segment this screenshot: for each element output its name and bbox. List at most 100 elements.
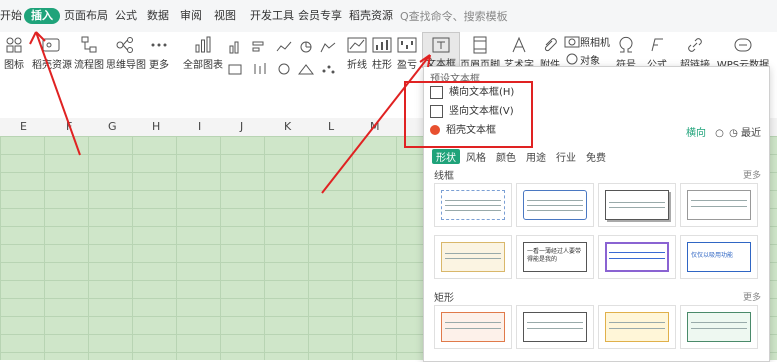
all-charts-button[interactable]: 全部图表 [182,36,224,76]
template-thumbnail[interactable] [516,305,594,349]
sparkline-line-button[interactable]: 折线 [344,36,370,76]
sparkline-winloss-label: 盈亏 [397,60,417,71]
camera-icon [564,34,580,48]
scatter-chart-icon[interactable] [320,62,336,76]
tab-color[interactable]: 颜色 [496,149,516,164]
menu-bar: 开始 插入 页面布局 公式 数据 审阅 视图 开发工具 会员专享 稻壳资源 Q查… [0,0,777,32]
menu-dev-tools[interactable]: 开发工具 [250,8,294,24]
sparkline-winloss-icon [397,36,417,54]
menu-start[interactable]: 开始 [0,8,22,24]
icon-library-button[interactable]: 图标 [0,36,28,76]
mindmap-icon [115,36,135,54]
template-thumbnail[interactable] [434,183,512,227]
template-thumbnail[interactable] [434,305,512,349]
tab-usage[interactable]: 用途 [526,149,546,164]
sparkline-line-icon [347,36,367,54]
all-charts-icon [193,36,213,54]
docres-icon [41,36,61,54]
cloud-data-icon [733,36,753,54]
sparkline-bar-button[interactable]: 柱形 [370,36,394,76]
docres-button[interactable]: 稻壳资源 [32,36,72,76]
column-header-k[interactable]: K [284,120,291,133]
tab-style[interactable]: 风格 [466,149,486,164]
column-chart-icon[interactable] [228,40,244,54]
radar-chart-icon[interactable] [276,62,292,76]
link-icon [685,36,705,54]
template-thumbnail[interactable] [680,183,758,227]
paperclip-icon [540,36,560,54]
menu-member[interactable]: 会员专享 [298,8,342,24]
column-header-g[interactable]: G [108,120,117,133]
column-header-h[interactable]: H [152,120,160,133]
column-header-i[interactable]: I [198,120,201,133]
template-thumbnail[interactable] [598,235,676,279]
sparkline-winloss-button[interactable]: 盈亏 [395,36,419,76]
textbox-icon [431,36,451,54]
camera-button[interactable]: 照相机 [564,34,610,50]
combo-chart-icon[interactable] [320,40,336,54]
menu-formula[interactable]: 公式 [115,8,137,24]
column-header-j[interactable]: J [240,120,243,133]
template-thumbnail[interactable] [598,305,676,349]
sparkline-line-label: 折线 [347,60,367,71]
icon-library-icon [4,36,24,54]
object-label: 对象 [580,56,600,67]
column-header-l[interactable]: L [328,120,334,133]
stock-chart-icon[interactable] [252,62,268,76]
header-footer-icon [470,36,490,54]
omega-icon [616,36,636,54]
bar-chart-icon[interactable] [252,40,268,54]
menu-review[interactable]: 审阅 [180,8,202,24]
template-thumbnail[interactable] [680,305,758,349]
clock-icon: ◷ [729,128,738,139]
more-icon [149,36,169,54]
recent-link[interactable]: 最近 [741,128,761,139]
template-thumbnail[interactable] [516,183,594,227]
column-header-e[interactable]: E [20,120,27,133]
surface-chart-icon[interactable] [297,62,315,76]
section-line-frame-more[interactable]: 更多 [743,168,761,181]
tab-industry[interactable]: 行业 [556,149,576,164]
menu-view[interactable]: 视图 [214,8,236,24]
flowchart-icon [79,36,99,54]
object-icon [564,52,580,66]
line-chart-small-icon[interactable] [276,40,292,54]
template-thumbnail[interactable]: 一看一薄经过人要带得能是我的 [516,235,594,279]
menu-insert[interactable]: 插入 [24,8,60,24]
section-line-frame-title: 线框 [434,171,454,182]
wordart-icon [509,36,529,54]
command-search[interactable]: Q查找命令、搜索模板 [400,8,508,24]
flowchart-label: 流程图 [74,60,104,71]
menu-data[interactable]: 数据 [147,8,169,24]
camera-label: 照相机 [580,38,610,49]
template-thumbnail[interactable] [598,183,676,227]
docres-label: 稻壳资源 [32,60,72,71]
column-header-f[interactable]: F [66,120,72,133]
column-header-m[interactable]: M [370,120,380,133]
orientation-link[interactable]: 横向 [686,128,706,139]
textbox-button[interactable]: 文本框 [422,32,460,70]
comment-icon[interactable]: ○ [715,128,724,139]
formula-icon [647,36,667,54]
sparkline-bar-icon [372,36,392,54]
menu-page-layout[interactable]: 页面布局 [64,8,108,24]
thumbnail-text: 仅仅以吸用功能 [691,252,734,259]
flowchart-button[interactable]: 流程图 [74,36,104,76]
thumbnail-text: 一看一薄经过人要带得能是我的 [527,248,582,263]
tab-free[interactable]: 免费 [586,149,606,164]
template-thumbnail[interactable] [434,235,512,279]
textbox-filter-links: 横向 ○ ◷ 最近 [686,124,761,139]
template-thumbnail[interactable]: 仅仅以吸用功能 [680,235,758,279]
more-button[interactable]: 更多 [146,36,172,76]
pie-chart-icon[interactable] [298,40,314,54]
icon-library-label: 图标 [4,60,24,71]
sparkline-bar-label: 柱形 [372,60,392,71]
area-chart-icon[interactable] [228,62,244,76]
section-rectangle-more[interactable]: 更多 [743,290,761,303]
menu-daoke-resources[interactable]: 稻壳资源 [349,8,393,24]
section-rectangle-title: 矩形 [434,293,454,304]
mindmap-label: 思维导图 [106,60,146,71]
tab-shape[interactable]: 形状 [432,149,460,164]
all-charts-label: 全部图表 [183,60,223,71]
mindmap-button[interactable]: 思维导图 [106,36,146,76]
